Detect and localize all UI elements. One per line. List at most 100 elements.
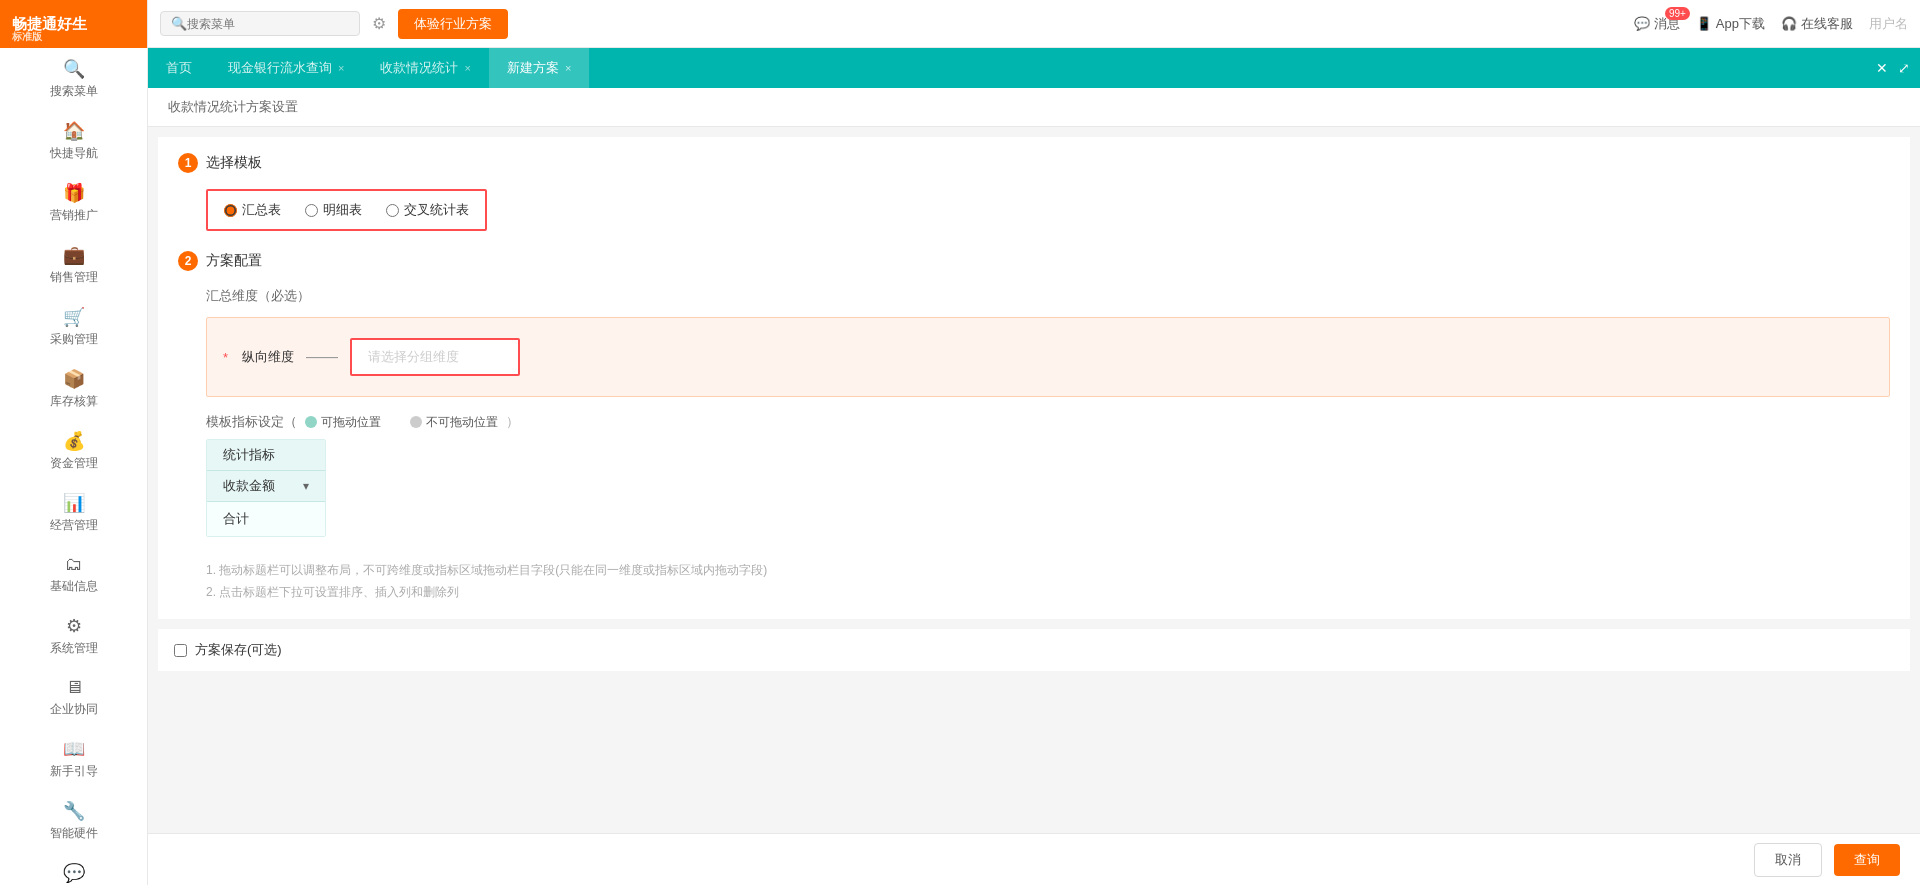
sidebar-icon-search: 🔍: [63, 58, 85, 80]
radio-summary[interactable]: 汇总表: [224, 201, 281, 219]
radio-summary-label: 汇总表: [242, 201, 281, 219]
sidebar-label-nav: 快捷导航: [50, 145, 98, 162]
tab-new[interactable]: 新建方案 ×: [489, 48, 589, 88]
online-support[interactable]: 🎧 在线客服: [1781, 15, 1853, 33]
search-icon: 🔍: [171, 16, 187, 31]
sidebar-icon-finance: 💰: [63, 430, 85, 452]
sidebar-item-purchase[interactable]: 🛒 采购管理: [0, 296, 147, 358]
main-area: 🔍 ⚙ 体验行业方案 💬 消息 99+ 📱 App下载 🎧 在线客服 用户名 首…: [148, 0, 1920, 885]
sidebar-icon-purchase: 🛒: [63, 306, 85, 328]
expand-icon[interactable]: ⤢: [1898, 60, 1910, 76]
step2-label: 方案配置: [206, 252, 262, 270]
sidebar-label-hardware: 智能硬件: [50, 825, 98, 842]
cancel-button[interactable]: 取消: [1754, 843, 1822, 877]
dimension-area: * 纵向维度 —— 请选择分组维度: [206, 317, 1890, 397]
sidebar-icon-wechat: 💬: [63, 862, 85, 884]
query-button[interactable]: 查询: [1834, 844, 1900, 876]
logo: 畅捷通好生 标准版: [0, 0, 147, 48]
radio-detail-label: 明细表: [323, 201, 362, 219]
sidebar-item-wechat[interactable]: 💬企业微信: [0, 852, 147, 885]
tab-close-bank[interactable]: ×: [338, 62, 344, 74]
content-area: 收款情况统计方案设置 1 选择模板 汇总表 明细表: [148, 88, 1920, 885]
download-icon: 📱: [1696, 16, 1712, 31]
sidebar-label-sales: 销售管理: [50, 269, 98, 286]
col1-dropdown-icon[interactable]: ▾: [303, 479, 309, 493]
sidebar-label-collab: 企业协同: [50, 701, 98, 718]
notifications[interactable]: 💬 消息 99+: [1634, 15, 1680, 33]
sidebar-item-nav[interactable]: 🏠 快捷导航: [0, 110, 147, 172]
sidebar-item-hardware[interactable]: 🔧智能硬件: [0, 790, 147, 852]
download-label: App下载: [1716, 15, 1765, 33]
metrics-header-label: 统计指标: [223, 446, 275, 464]
save-checkbox[interactable]: [174, 644, 187, 657]
draggable-toggle: 可拖动位置: [305, 414, 381, 431]
radio-detail-input[interactable]: [305, 204, 318, 217]
sidebar-item-sales[interactable]: 💼销售管理: [0, 234, 147, 296]
col2-label: 合计: [223, 511, 249, 526]
tab-label-home: 首页: [166, 59, 192, 77]
message-icon: 💬: [1634, 16, 1650, 31]
metrics-table: 统计指标 收款金额 ▾ 合计: [206, 439, 326, 537]
step1-row: 1 选择模板: [178, 153, 1890, 173]
step2-badge: 2: [178, 251, 198, 271]
radio-cross[interactable]: 交叉统计表: [386, 201, 469, 219]
step2-row: 2 方案配置: [178, 251, 1890, 271]
sidebar-icon-collab: 🖥: [65, 677, 83, 698]
sidebar-item-operations[interactable]: 📊经营管理: [0, 482, 147, 544]
trial-button[interactable]: 体验行业方案: [398, 9, 508, 39]
tab-home[interactable]: 首页: [148, 48, 210, 88]
sidebar-item-base[interactable]: 🗂 基础信息: [0, 544, 147, 605]
sidebar-label-system: 系统管理: [50, 640, 98, 657]
sidebar-icon-nav: 🏠: [63, 120, 85, 142]
sidebar-label-guide: 新手引导: [50, 763, 98, 780]
step1-badge: 1: [178, 153, 198, 173]
tip2: 2. 点击标题栏下拉可设置排序、插入列和删除列: [206, 582, 1890, 604]
non-draggable-dot: [410, 416, 422, 428]
radio-cross-input[interactable]: [386, 204, 399, 217]
tab-bar: 首页现金银行流水查询×收款情况统计×新建方案×✕⤢: [148, 48, 1920, 88]
tabs-right-actions: ✕⤢: [1876, 60, 1920, 76]
arrow-icon: ——: [306, 348, 338, 366]
required-indicator: *: [223, 350, 228, 365]
topbar-right: 💬 消息 99+ 📱 App下载 🎧 在线客服 用户名: [1634, 15, 1908, 33]
close-window-icon[interactable]: ✕: [1876, 60, 1888, 76]
vertical-dimension-row: * 纵向维度 —— 请选择分组维度: [223, 338, 1873, 376]
sidebar: 畅捷通好生 标准版 🔍搜索菜单 🏠 快捷导航 🎁营销推广💼销售管理 🛒 采购管理 📦库存核算…: [0, 0, 148, 885]
sidebar-icon-inventory: 📦: [63, 368, 85, 390]
user-avatar[interactable]: 用户名: [1869, 15, 1908, 33]
support-icon: 🎧: [1781, 16, 1797, 31]
sidebar-label-purchase: 采购管理: [50, 331, 98, 348]
sidebar-item-system[interactable]: ⚙系统管理: [0, 605, 147, 667]
footer-bar: 取消 查询: [148, 833, 1920, 885]
step1-label: 选择模板: [206, 154, 262, 172]
tab-close-new[interactable]: ×: [565, 62, 571, 74]
sidebar-item-marketing[interactable]: 🎁营销推广: [0, 172, 147, 234]
sidebar-item-finance[interactable]: 💰 资金管理: [0, 420, 147, 482]
non-draggable-label: 不可拖动位置: [426, 414, 498, 431]
sidebar-item-guide[interactable]: 📖新手引导: [0, 728, 147, 790]
search-bar[interactable]: 🔍: [160, 11, 360, 36]
tab-bank[interactable]: 现金银行流水查询×: [210, 48, 362, 88]
metrics-title-text: 模板指标设定（: [206, 413, 297, 431]
sidebar-item-inventory[interactable]: 📦库存核算: [0, 358, 147, 420]
draggable-dot: [305, 416, 317, 428]
sidebar-label-base: 基础信息: [50, 578, 98, 595]
col1-label: 收款金额: [223, 477, 275, 495]
sidebar-label-operations: 经营管理: [50, 517, 98, 534]
sidebar-label-finance: 资金管理: [50, 455, 98, 472]
tab-label-new: 新建方案: [507, 59, 559, 77]
close-paren: ）: [506, 413, 519, 431]
radio-detail[interactable]: 明细表: [305, 201, 362, 219]
gear-icon[interactable]: ⚙: [372, 14, 386, 33]
sidebar-item-search[interactable]: 🔍搜索菜单: [0, 48, 147, 110]
app-download[interactable]: 📱 App下载: [1696, 15, 1765, 33]
sidebar-icon-base: 🗂: [65, 554, 83, 575]
radio-summary-input[interactable]: [224, 204, 237, 217]
sidebar-item-collab[interactable]: 🖥 企业协同: [0, 667, 147, 728]
tab-close-receipt[interactable]: ×: [464, 62, 470, 74]
tip1: 1. 拖动标题栏可以调整布局，不可跨维度或指标区域拖动栏目字段(只能在同一维度或…: [206, 560, 1890, 582]
tab-receipt[interactable]: 收款情况统计×: [362, 48, 488, 88]
dimension-select[interactable]: 请选择分组维度: [350, 338, 520, 376]
logo-sub: 标准版: [12, 30, 42, 44]
search-input[interactable]: [187, 17, 337, 31]
